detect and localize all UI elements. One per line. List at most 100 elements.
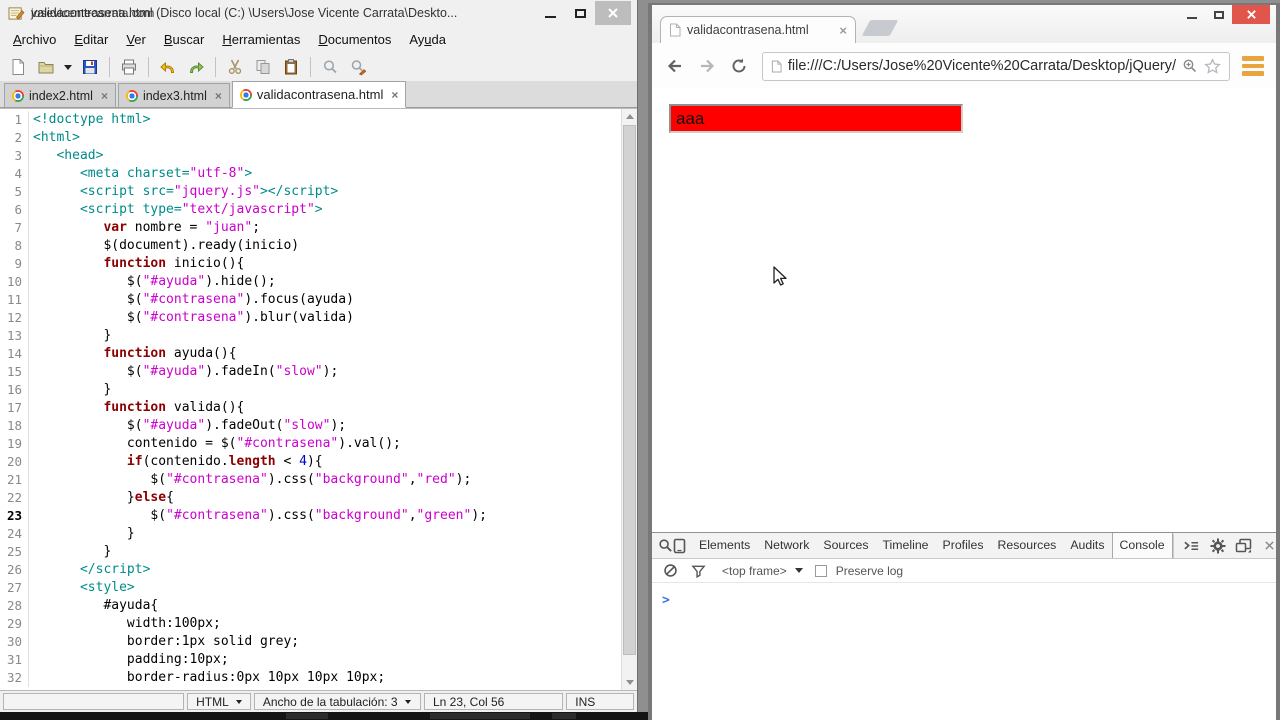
save-button[interactable] xyxy=(78,56,102,78)
console-drawer-icon[interactable] xyxy=(1180,534,1204,558)
devtools-tab-network[interactable]: Network xyxy=(757,533,816,558)
toolbar-separator xyxy=(109,57,110,77)
line-number: 21 xyxy=(6,472,22,487)
devtools-tab-profiles[interactable]: Profiles xyxy=(936,533,991,558)
code-text: <script type="text/javascript"> xyxy=(28,201,323,219)
chrome-menu-button[interactable] xyxy=(1242,55,1266,77)
console-output[interactable]: > xyxy=(652,583,1276,609)
editor-tab-validacontrasena-html[interactable]: validacontrasena.html × xyxy=(231,81,407,108)
scrollbar-thumb[interactable] xyxy=(623,125,636,655)
code-editor[interactable]: 1 <!doctype html> 2 <html> 3 <head> 4 <meta c… xyxy=(0,108,637,690)
back-button[interactable] xyxy=(662,53,688,79)
browser-tab-strip[interactable]: validacontrasena.html × xyxy=(652,5,1276,43)
code-text: <html> xyxy=(28,129,80,147)
menu-item-documentos[interactable]: Documentos xyxy=(309,28,400,51)
cut-button[interactable] xyxy=(223,56,247,78)
code-token: } xyxy=(33,544,112,559)
menu-label-post: ocumentos xyxy=(327,32,392,47)
scroll-down-arrow[interactable] xyxy=(622,675,637,690)
undo-button[interactable] xyxy=(156,56,180,78)
search-replace-button[interactable] xyxy=(346,56,370,78)
contrasena-input[interactable] xyxy=(669,104,963,133)
menu-item-buscar[interactable]: Buscar xyxy=(155,28,213,51)
devtools-tab-resources[interactable]: Resources xyxy=(991,533,1064,558)
zoom-icon[interactable] xyxy=(1182,58,1198,74)
dropdown-arrow-icon xyxy=(235,699,242,704)
dropdown-arrow-icon[interactable] xyxy=(794,568,803,573)
search-button[interactable] xyxy=(318,56,342,78)
close-tab-icon[interactable]: × xyxy=(215,89,222,103)
new-tab-button[interactable] xyxy=(861,20,899,36)
bookmark-star-icon[interactable] xyxy=(1204,57,1221,75)
new-file-icon xyxy=(12,59,24,75)
menu-item-ver[interactable]: Ver xyxy=(117,28,155,51)
close-tab-icon[interactable]: × xyxy=(391,88,398,102)
scroll-up-arrow[interactable] xyxy=(622,109,637,124)
browser-minimize-button[interactable] xyxy=(1178,5,1205,24)
code-text: $("#contrasena").focus(ayuda) xyxy=(28,291,354,309)
menu-item-editar[interactable]: Editar xyxy=(65,28,117,51)
status-tab-width[interactable]: Ancho de la tabulación: 3 xyxy=(253,693,421,710)
browser-tab[interactable]: validacontrasena.html × xyxy=(660,16,856,43)
copy-button[interactable] xyxy=(251,56,275,78)
editor-close-button[interactable] xyxy=(595,1,631,25)
url-text[interactable]: file:///C:/Users/Jose%20Vicente%20Carrat… xyxy=(788,58,1176,74)
dock-side-icon[interactable] xyxy=(1232,534,1256,558)
devtools-tab-sources[interactable]: Sources xyxy=(816,533,875,558)
browser-close-button[interactable] xyxy=(1232,5,1270,24)
console-prompt[interactable]: > xyxy=(662,593,670,608)
menu-item-ayuda[interactable]: Ayuda xyxy=(400,28,455,51)
menu-item-archivo[interactable]: Archivo xyxy=(4,28,65,51)
status-syntax-mode[interactable]: HTML xyxy=(187,693,251,710)
code-token: valida(){ xyxy=(166,400,245,415)
devtools-tab-elements[interactable]: Elements xyxy=(692,533,757,558)
open-dropdown-arrow[interactable] xyxy=(64,64,72,70)
open-file-button[interactable] xyxy=(34,56,58,78)
devtools-panel: Elements Network Sources Timeline Profiles Re… xyxy=(652,532,1276,720)
frame-selector[interactable]: <top frame> xyxy=(722,564,787,578)
code-text: $("#contrasena").css("background","red")… xyxy=(28,471,471,489)
address-bar[interactable]: file:///C:/Users/Jose%20Vicente%20Carrat… xyxy=(761,51,1231,81)
reload-button[interactable] xyxy=(726,53,752,79)
devtools-tab-timeline[interactable]: Timeline xyxy=(876,533,936,558)
line-number: 7 xyxy=(14,220,22,235)
editor-maximize-button[interactable] xyxy=(565,2,595,24)
print-button[interactable] xyxy=(117,56,141,78)
line-number: 15 xyxy=(6,364,22,379)
forward-button[interactable] xyxy=(694,53,720,79)
editor-tab-index3-html[interactable]: index3.html × xyxy=(117,83,230,107)
menu-item-herramientas[interactable]: Herramientas xyxy=(213,28,309,51)
menu-mnemonic: H xyxy=(222,32,232,47)
line-number: 6 xyxy=(14,202,22,217)
editor-tab-index2-html[interactable]: index2.html × xyxy=(4,83,116,107)
devtools-tab-audits[interactable]: Audits xyxy=(1063,533,1111,558)
code-token: "slow" xyxy=(283,418,331,433)
editor-scrollbar[interactable] xyxy=(621,109,637,690)
page-viewport xyxy=(652,89,1276,532)
new-file-button[interactable] xyxy=(6,56,30,78)
line-number: 17 xyxy=(6,400,22,415)
redo-button[interactable] xyxy=(184,56,208,78)
browser-maximize-button[interactable] xyxy=(1205,5,1232,24)
clear-console-icon[interactable] xyxy=(658,559,682,583)
editor-minimize-button[interactable] xyxy=(535,2,565,24)
preserve-log-checkbox[interactable] xyxy=(814,564,827,577)
devtools-tab-console[interactable]: Console xyxy=(1111,533,1173,558)
editor-tab-label: index2.html xyxy=(29,88,93,103)
settings-gear-icon[interactable] xyxy=(1206,534,1230,558)
inspect-search-icon[interactable] xyxy=(658,534,673,558)
devtools-close-icon[interactable] xyxy=(1258,534,1280,558)
line-number: 32 xyxy=(6,670,22,685)
menu-mnemonic: B xyxy=(163,32,173,47)
paste-button[interactable] xyxy=(279,56,303,78)
line-number: 31 xyxy=(6,652,22,667)
close-tab-icon[interactable]: × xyxy=(839,23,847,38)
code-token: $( xyxy=(33,310,143,325)
editor-titlebar[interactable]: validacontrasena.html (Disco local (C:) … xyxy=(0,0,637,26)
filter-funnel-icon[interactable] xyxy=(686,559,710,583)
close-tab-icon[interactable]: × xyxy=(101,89,108,103)
code-text: <!doctype html> xyxy=(28,111,150,129)
device-mode-icon[interactable] xyxy=(673,534,686,558)
code-text: $("#ayuda").fadeOut("slow"); xyxy=(28,417,346,435)
